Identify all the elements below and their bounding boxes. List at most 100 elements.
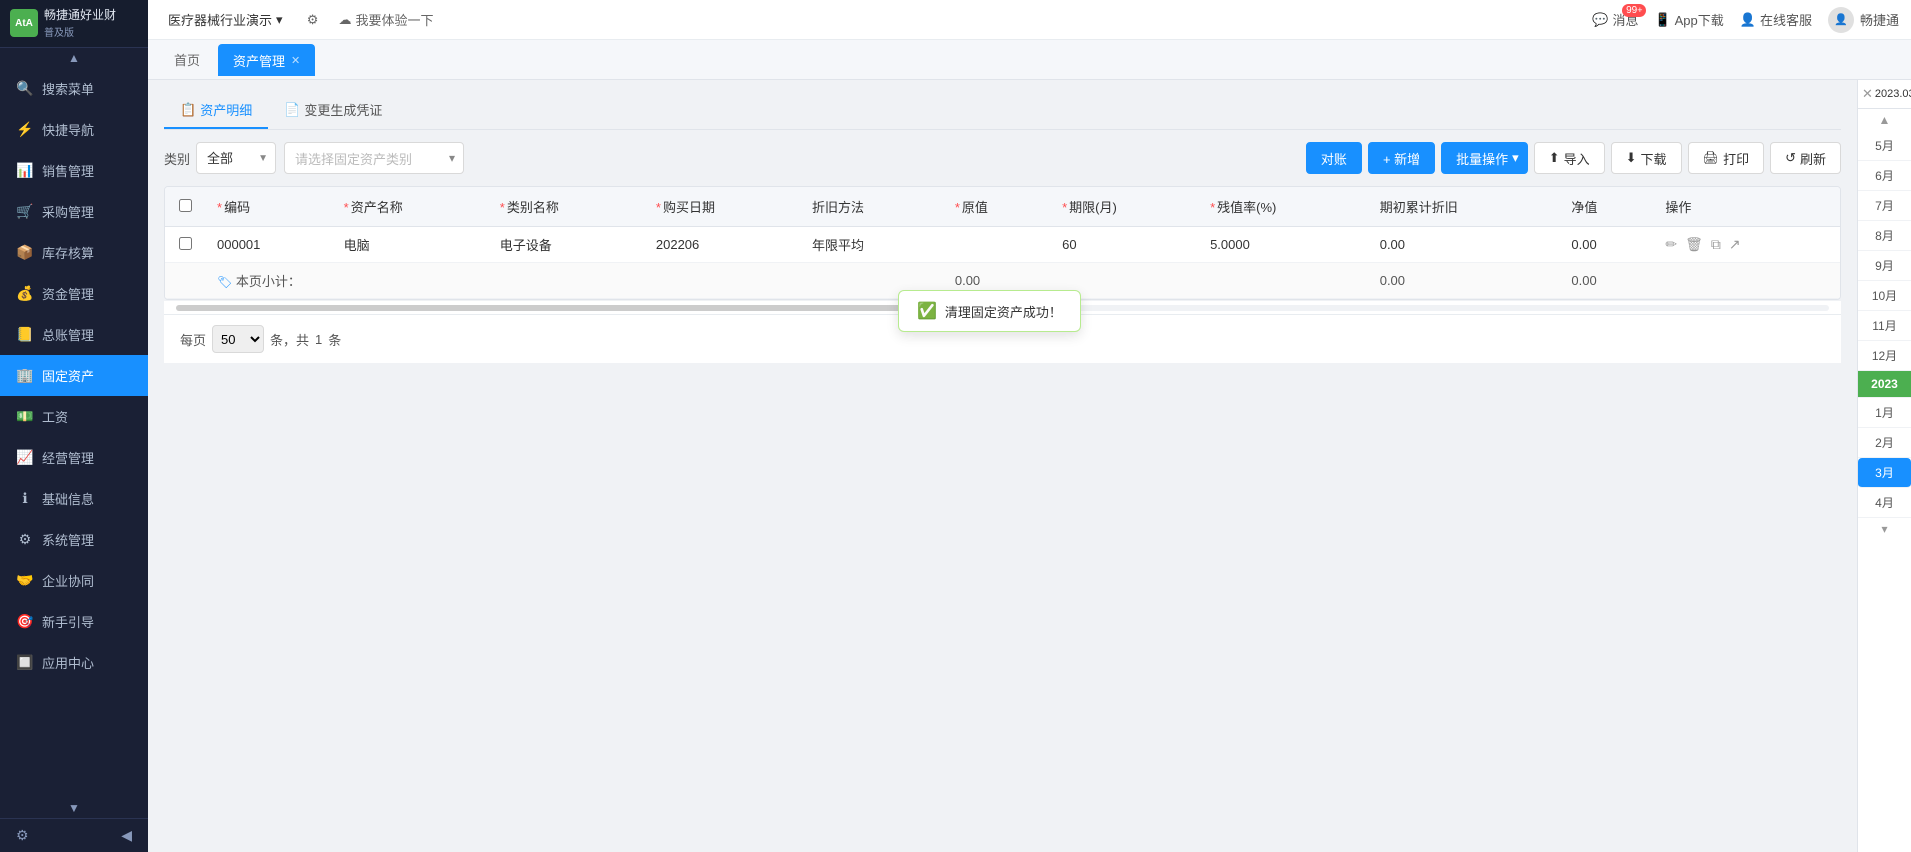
settings-bottom-icon[interactable]: ⚙ (16, 827, 29, 844)
fixed-assets-icon: 🏢 (16, 366, 34, 384)
topbar-settings-button[interactable]: ⚙ (299, 6, 327, 34)
print-label: 打印 (1723, 149, 1749, 168)
month-scroll-up[interactable]: ▲ (1858, 109, 1911, 131)
export-button[interactable]: ⬆ 导入 (1534, 142, 1605, 174)
sidebar-item-label: 销售管理 (42, 161, 94, 180)
tab-asset-management[interactable]: 资产管理 ✕ (218, 44, 315, 76)
sidebar-item-basic-info[interactable]: ℹ 基础信息 (0, 478, 148, 519)
category-filter-label: 类别 (164, 149, 190, 168)
company-selector[interactable]: 医疗器械行业演示 ▾ (160, 6, 291, 33)
right-panel-close-icon[interactable]: ✕ (1862, 86, 1873, 102)
online-service-action[interactable]: 👤 在线客服 (1740, 10, 1812, 29)
month-item-3-active[interactable]: 3月 (1858, 458, 1911, 488)
sidebar-item-label: 资金管理 (42, 284, 94, 303)
sub-tab-change-voucher[interactable]: 📄 变更生成凭证 (268, 92, 398, 129)
app-logo-icon: AtA (10, 9, 38, 37)
page-size-select[interactable]: 50 10 20 100 (212, 325, 264, 353)
total-prefix: 条，共 (270, 330, 309, 349)
copy-icon[interactable]: ⧉ (1711, 236, 1721, 253)
toolbar: 类别 全部 请选择固定资产类别 ▾ 对账 (164, 142, 1841, 174)
more-icon[interactable]: ↗ (1729, 236, 1741, 253)
cell-name: 电脑 (332, 227, 488, 263)
subtotal-label: 本页小计： (236, 274, 301, 289)
sidebar-item-ledger[interactable]: 📒 总账管理 (0, 314, 148, 355)
sidebar-item-purchase[interactable]: 🛒 采购管理 (0, 191, 148, 232)
month-item-12[interactable]: 12月 (1858, 341, 1911, 371)
year-label-2023[interactable]: 2023 (1858, 371, 1911, 398)
print-button[interactable]: 🖨 打印 (1688, 142, 1765, 174)
sidebar-item-enterprise[interactable]: 🤝 企业协同 (0, 560, 148, 601)
sidebar-scroll-up[interactable]: ▲ (0, 48, 148, 68)
batch-dropdown-icon: ▾ (1512, 150, 1519, 166)
refresh-icon: ↺ (1785, 150, 1796, 166)
month-item-8[interactable]: 8月 (1858, 221, 1911, 251)
subtotal-icon: 🏷 (217, 275, 232, 289)
scrollbar-thumb[interactable] (176, 305, 1003, 311)
app-download-action[interactable]: 📱 App下载 (1654, 10, 1723, 29)
month-item-2[interactable]: 2月 (1858, 428, 1911, 458)
app-name: 畅捷通好业财 (44, 8, 116, 24)
user-menu[interactable]: 👤 畅捷通 (1828, 7, 1899, 33)
delete-icon[interactable]: 🗑 (1685, 236, 1703, 253)
refresh-button[interactable]: ↺ 刷新 (1770, 142, 1841, 174)
message-action[interactable]: 💬 消息 99+ (1592, 10, 1638, 29)
edit-icon[interactable]: ✏ (1665, 236, 1677, 253)
sidebar-item-funds[interactable]: 💰 资金管理 (0, 273, 148, 314)
sidebar-item-guide[interactable]: 🎯 新手引导 (0, 601, 148, 642)
tab-home[interactable]: 首页 (160, 44, 214, 76)
print-icon: 🖨 (1703, 150, 1720, 166)
sidebar-scroll-down[interactable]: ▼ (0, 798, 148, 818)
sidebar-item-system[interactable]: ⚙ 系统管理 (0, 519, 148, 560)
cell-net-value: 0.00 (1559, 227, 1653, 263)
month-item-7[interactable]: 7月 (1858, 191, 1911, 221)
col-residual-rate: 残值率(%) (1217, 200, 1276, 215)
system-icon: ⚙ (16, 530, 34, 548)
month-item-4[interactable]: 4月 (1858, 488, 1911, 518)
sidebar-item-label: 企业协同 (42, 571, 94, 590)
col-purchase-date: 购买日期 (663, 200, 715, 215)
month-item-6[interactable]: 6月 (1858, 161, 1911, 191)
month-item-1[interactable]: 1月 (1858, 398, 1911, 428)
search-icon: 🔍 (16, 79, 34, 97)
tab-close-icon[interactable]: ✕ (291, 54, 300, 67)
month-item-10[interactable]: 10月 (1858, 281, 1911, 311)
sidebar-item-sales[interactable]: 📊 销售管理 (0, 150, 148, 191)
sidebar-item-quick-nav[interactable]: ⚡ 快捷导航 (0, 109, 148, 150)
asset-detail-icon: 📋 (180, 102, 196, 118)
toolbar-left: 类别 全部 请选择固定资产类别 ▾ (164, 142, 464, 174)
sidebar-item-app-center[interactable]: 🔲 应用中心 (0, 642, 148, 683)
reconcile-button[interactable]: 对账 (1306, 142, 1362, 174)
collapse-icon[interactable]: ◀ (121, 827, 132, 844)
content-main: 📋 资产明细 📄 变更生成凭证 类别 全部 (148, 80, 1857, 852)
month-item-11[interactable]: 11月 (1858, 311, 1911, 341)
sidebar-item-operations[interactable]: 📈 经营管理 (0, 437, 148, 478)
sales-icon: 📊 (16, 161, 34, 179)
batch-button[interactable]: 批量操作 ▾ (1441, 142, 1528, 174)
col-action: 操作 (1665, 200, 1691, 215)
sidebar-item-payroll[interactable]: 💵 工资 (0, 396, 148, 437)
row-actions: ✏ 🗑 ⧉ ↗ (1665, 236, 1828, 253)
tab-home-label: 首页 (174, 50, 200, 69)
asset-category-filter[interactable]: 请选择固定资产类别 ▾ (284, 142, 464, 174)
app-center-icon: 🔲 (16, 653, 34, 671)
sidebar-item-label: 系统管理 (42, 530, 94, 549)
month-item-5[interactable]: 5月 (1858, 131, 1911, 161)
sidebar-item-label: 工资 (42, 407, 68, 426)
asset-category-placeholder: 请选择固定资产类别 (295, 149, 412, 168)
row-checkbox[interactable] (179, 237, 192, 250)
download-button[interactable]: ⬇ 下载 (1611, 142, 1682, 174)
sub-tab-asset-detail[interactable]: 📋 资产明细 (164, 92, 268, 129)
category-select[interactable]: 全部 (196, 142, 276, 174)
new-button[interactable]: + 新增 (1368, 142, 1435, 174)
sidebar-item-fixed-assets[interactable]: 🏢 固定资产 (0, 355, 148, 396)
company-dropdown-icon: ▾ (276, 12, 283, 28)
topbar-experience[interactable]: ☁ 我要体验一下 (339, 10, 434, 29)
main-area: 医疗器械行业演示 ▾ ⚙ ☁ 我要体验一下 💬 消息 99+ 📱 App下载 👤… (148, 0, 1911, 852)
sidebar-item-search[interactable]: 🔍 搜索菜单 (0, 68, 148, 109)
select-all-checkbox[interactable] (179, 199, 192, 212)
month-scroll-down[interactable]: ▾ (1858, 518, 1911, 540)
guide-icon: 🎯 (16, 612, 34, 630)
sidebar-item-inventory[interactable]: 📦 库存核算 (0, 232, 148, 273)
col-period: 期限(月) (1069, 200, 1117, 215)
month-item-9[interactable]: 9月 (1858, 251, 1911, 281)
